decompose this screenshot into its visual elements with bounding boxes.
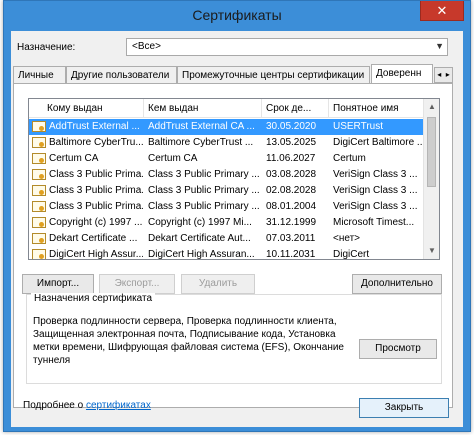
tab-other-people[interactable]: Другие пользователи bbox=[66, 66, 177, 83]
cell-issued-to: Certum CA bbox=[49, 153, 99, 164]
close-window-button[interactable]: ✕ bbox=[420, 1, 464, 21]
certificate-icon bbox=[32, 217, 46, 228]
cell-friendly-name: VeriSign Class 3 ... bbox=[333, 169, 418, 180]
column-header-issued-to[interactable]: Кому выдан bbox=[29, 99, 144, 118]
table-row[interactable]: AddTrust External ... AddTrust External … bbox=[29, 119, 425, 135]
learn-more-link[interactable]: сертификатах bbox=[86, 400, 151, 411]
tab-trusted-root[interactable]: Доверенн bbox=[371, 64, 433, 83]
cell-issued-to: Baltimore CyberTru... bbox=[49, 137, 143, 148]
certificate-purposes-group: Назначения сертификата Проверка подлинно… bbox=[26, 293, 442, 384]
learn-more-text: Подробнее о сертификатах bbox=[23, 400, 151, 411]
cell-expiration: 31.12.1999 bbox=[266, 217, 317, 228]
certificate-icon bbox=[32, 249, 46, 259]
cell-issued-to: Class 3 Public Prima... bbox=[49, 185, 143, 196]
cell-issued-by: AddTrust External CA ... bbox=[148, 121, 255, 132]
tab-panel: Кому выдан Кем выдан Срок де... Понятное… bbox=[13, 83, 453, 408]
cell-issued-to: Copyright (c) 1997 ... bbox=[49, 217, 143, 228]
cell-issued-by: Baltimore CyberTrust ... bbox=[148, 137, 254, 148]
advanced-button[interactable]: Дополнительно bbox=[352, 274, 442, 294]
cell-expiration: 30.05.2020 bbox=[266, 121, 317, 132]
cell-issued-to: AddTrust External ... bbox=[49, 121, 140, 132]
purpose-select[interactable]: <Все> ▼ bbox=[126, 38, 448, 56]
cell-friendly-name: VeriSign Class 3 ... bbox=[333, 201, 418, 212]
cell-expiration: 13.05.2025 bbox=[266, 137, 317, 148]
cell-expiration: 03.08.2028 bbox=[266, 169, 317, 180]
cell-expiration: 08.01.2004 bbox=[266, 201, 317, 212]
cell-issued-by: Certum CA bbox=[148, 153, 198, 164]
cell-friendly-name: DigiCert Baltimore ... bbox=[333, 137, 423, 148]
table-row[interactable]: Class 3 Public Prima... Class 3 Public P… bbox=[29, 167, 425, 183]
tab-personal[interactable]: Личные bbox=[13, 66, 66, 83]
tab-scroll-buttons: ◂ ▸ bbox=[434, 67, 453, 83]
import-button[interactable]: Импорт... bbox=[22, 274, 94, 294]
purpose-label: Назначение: bbox=[17, 42, 76, 53]
title-bar[interactable]: Сертификаты ✕ bbox=[4, 1, 470, 31]
column-header-issued-by[interactable]: Кем выдан bbox=[144, 99, 262, 118]
cell-friendly-name: Certum bbox=[333, 153, 366, 164]
cell-expiration: 11.06.2027 bbox=[266, 153, 316, 164]
view-button[interactable]: Просмотр bbox=[359, 339, 437, 359]
certificate-icon bbox=[32, 233, 46, 244]
certificate-icon bbox=[32, 137, 46, 148]
certificate-purposes-title: Назначения сертификата bbox=[31, 293, 156, 304]
cell-expiration: 10.11.2031 bbox=[266, 249, 316, 260]
cell-friendly-name: Microsoft Timest... bbox=[333, 217, 415, 228]
table-row[interactable]: Baltimore CyberTru... Baltimore CyberTru… bbox=[29, 135, 425, 151]
cell-issued-by: Class 3 Public Primary ... bbox=[148, 185, 260, 196]
certificate-icon bbox=[32, 169, 46, 180]
column-header-friendly-name[interactable]: Понятное имя bbox=[329, 99, 425, 118]
scroll-down-button[interactable]: ▼ bbox=[424, 243, 439, 259]
list-header: Кому выдан Кем выдан Срок де... Понятное… bbox=[29, 99, 425, 118]
cell-friendly-name: VeriSign Class 3 ... bbox=[333, 185, 418, 196]
tab-scroll-left-button[interactable]: ◂ bbox=[435, 68, 444, 82]
window-title: Сертификаты bbox=[192, 7, 282, 23]
cell-issued-to: Dekart Certificate ... bbox=[49, 233, 138, 244]
column-header-expiration[interactable]: Срок де... bbox=[262, 99, 329, 118]
certificate-list[interactable]: Кому выдан Кем выдан Срок де... Понятное… bbox=[28, 98, 440, 260]
cell-issued-to: Class 3 Public Prima... bbox=[49, 201, 143, 212]
cell-issued-to: DigiCert High Assur... bbox=[49, 249, 143, 260]
purpose-select-value: <Все> bbox=[132, 41, 161, 52]
table-row[interactable]: Class 3 Public Prima... Class 3 Public P… bbox=[29, 199, 425, 215]
tab-intermediate-ca[interactable]: Промежуточные центры сертификации bbox=[177, 66, 370, 83]
tab-strip: Личные Другие пользователи Промежуточные… bbox=[13, 64, 453, 84]
close-button[interactable]: Закрыть bbox=[359, 398, 449, 418]
certificate-icon bbox=[32, 153, 46, 164]
cell-expiration: 07.03.2011 bbox=[266, 233, 316, 244]
learn-more-prefix: Подробнее о bbox=[23, 400, 84, 411]
table-row[interactable]: Class 3 Public Prima... Class 3 Public P… bbox=[29, 183, 425, 199]
table-row[interactable]: DigiCert High Assur... DigiCert High Ass… bbox=[29, 247, 425, 260]
table-row[interactable]: Copyright (c) 1997 ... Copyright (c) 199… bbox=[29, 215, 425, 231]
cell-issued-by: Class 3 Public Primary ... bbox=[148, 201, 260, 212]
dialog-body: Назначение: <Все> ▼ Личные Другие пользо… bbox=[11, 31, 463, 427]
cell-friendly-name: DigiCert bbox=[333, 249, 370, 260]
table-row[interactable]: Dekart Certificate ... Dekart Certificat… bbox=[29, 231, 425, 247]
certificate-purposes-text: Проверка подлинности сервера, Проверка п… bbox=[33, 316, 344, 366]
cell-issued-by: Dekart Certificate Aut... bbox=[148, 233, 251, 244]
scroll-thumb[interactable] bbox=[427, 117, 436, 187]
cell-issued-by: Copyright (c) 1997 Mi... bbox=[148, 217, 252, 228]
certificate-icon bbox=[32, 185, 46, 196]
cell-friendly-name: USERTrust bbox=[333, 121, 384, 132]
table-row[interactable]: Certum CA Certum CA 11.06.2027 Certum bbox=[29, 151, 425, 167]
export-button[interactable]: Экспорт... bbox=[99, 274, 175, 294]
cell-issued-by: Class 3 Public Primary ... bbox=[148, 169, 260, 180]
certificates-window: Сертификаты ✕ Назначение: <Все> ▼ Личные… bbox=[3, 0, 471, 432]
tab-scroll-right-button[interactable]: ▸ bbox=[444, 68, 453, 82]
cell-issued-to: Class 3 Public Prima... bbox=[49, 169, 143, 180]
certificate-icon bbox=[32, 121, 46, 132]
remove-button[interactable]: Удалить bbox=[181, 274, 255, 294]
certificate-icon bbox=[32, 201, 46, 212]
chevron-down-icon: ▼ bbox=[435, 41, 444, 51]
cell-friendly-name: <нет> bbox=[333, 233, 361, 244]
cell-expiration: 02.08.2028 bbox=[266, 185, 317, 196]
cell-issued-by: DigiCert High Assuran... bbox=[148, 249, 255, 260]
scroll-up-button[interactable]: ▲ bbox=[424, 99, 439, 115]
list-scrollbar[interactable]: ▲ ▼ bbox=[423, 99, 439, 259]
